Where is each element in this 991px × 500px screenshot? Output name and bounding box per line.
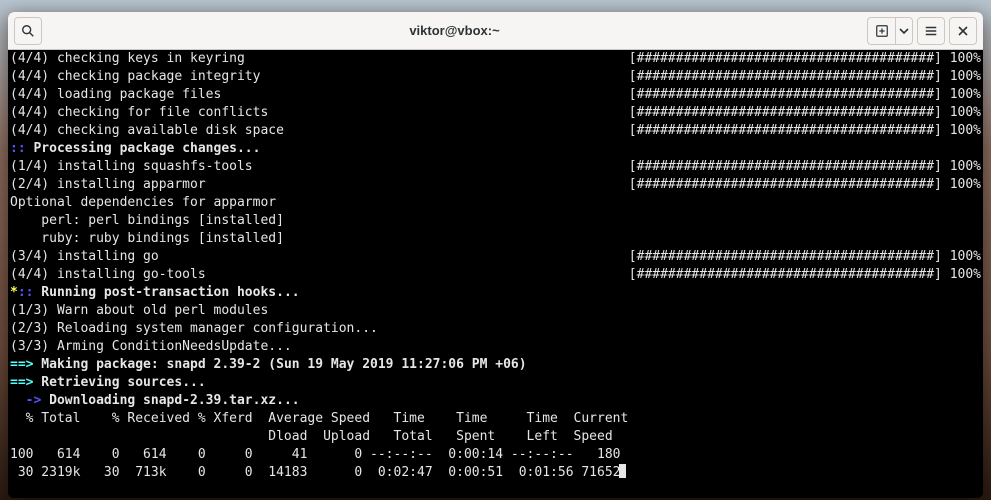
terminal-line: (4/4) installing go-tools[##############…	[10, 266, 981, 284]
terminal-line: -> Downloading snapd-2.39.tar.xz...	[10, 392, 981, 410]
window-title: viktor@vbox:~	[46, 23, 863, 38]
terminal-line: ==> Making package: snapd 2.39-2 (Sun 19…	[10, 356, 981, 374]
new-tab-button[interactable]	[867, 17, 895, 45]
terminal-line: (1/3) Warn about old perl modules	[10, 302, 981, 320]
new-tab-group	[867, 17, 913, 45]
terminal-line: (4/4) loading package files[############…	[10, 86, 981, 104]
search-icon	[21, 24, 35, 38]
terminal-window: viktor@vbox:~ (4/4) checking keys	[8, 12, 983, 498]
terminal-line: Optional dependencies for apparmor	[10, 194, 981, 212]
terminal-line: (3/4) installing go[####################…	[10, 248, 981, 266]
terminal-line: (4/4) checking keys in keyring[#########…	[10, 50, 981, 68]
terminal-line: (3/3) Arming ConditionNeedsUpdate...	[10, 338, 981, 356]
terminal-line: (4/4) checking for file conflicts[######…	[10, 104, 981, 122]
chevron-down-icon	[899, 26, 909, 36]
close-icon	[957, 25, 969, 37]
terminal-line: (1/4) installing squashfs-tools[########…	[10, 158, 981, 176]
terminal-line: (2/4) installing apparmor[##############…	[10, 176, 981, 194]
terminal-line: (4/4) checking available disk space[####…	[10, 122, 981, 140]
terminal-line: Dload Upload Total Spent Left Speed	[10, 428, 981, 446]
close-button[interactable]	[949, 17, 977, 45]
terminal-line: ruby: ruby bindings [installed]	[10, 230, 981, 248]
terminal-line: 100 614 0 614 0 0 41 0 --:--:-- 0:00:14 …	[10, 446, 981, 464]
terminal-line: :: Processing package changes...	[10, 140, 981, 158]
terminal-line: ==> Retrieving sources...	[10, 374, 981, 392]
terminal-line: (4/4) checking package integrity[#######…	[10, 68, 981, 86]
terminal-line: (2/3) Reloading system manager configura…	[10, 320, 981, 338]
terminal-output[interactable]: (4/4) checking keys in keyring[#########…	[8, 50, 983, 498]
terminal-line: perl: perl bindings [installed]	[10, 212, 981, 230]
new-tab-icon	[875, 24, 889, 38]
menu-button[interactable]	[917, 17, 945, 45]
terminal-line: *:: Running post-transaction hooks...	[10, 284, 981, 302]
terminal-line: % Total % Received % Xferd Average Speed…	[10, 410, 981, 428]
cursor	[619, 464, 626, 478]
titlebar: viktor@vbox:~	[8, 12, 983, 50]
hamburger-icon	[924, 24, 938, 38]
terminal-line: 30 2319k 30 713k 0 0 14183 0 0:02:47 0:0…	[10, 464, 981, 482]
search-button[interactable]	[14, 17, 42, 45]
new-tab-menu-button[interactable]	[895, 17, 913, 45]
